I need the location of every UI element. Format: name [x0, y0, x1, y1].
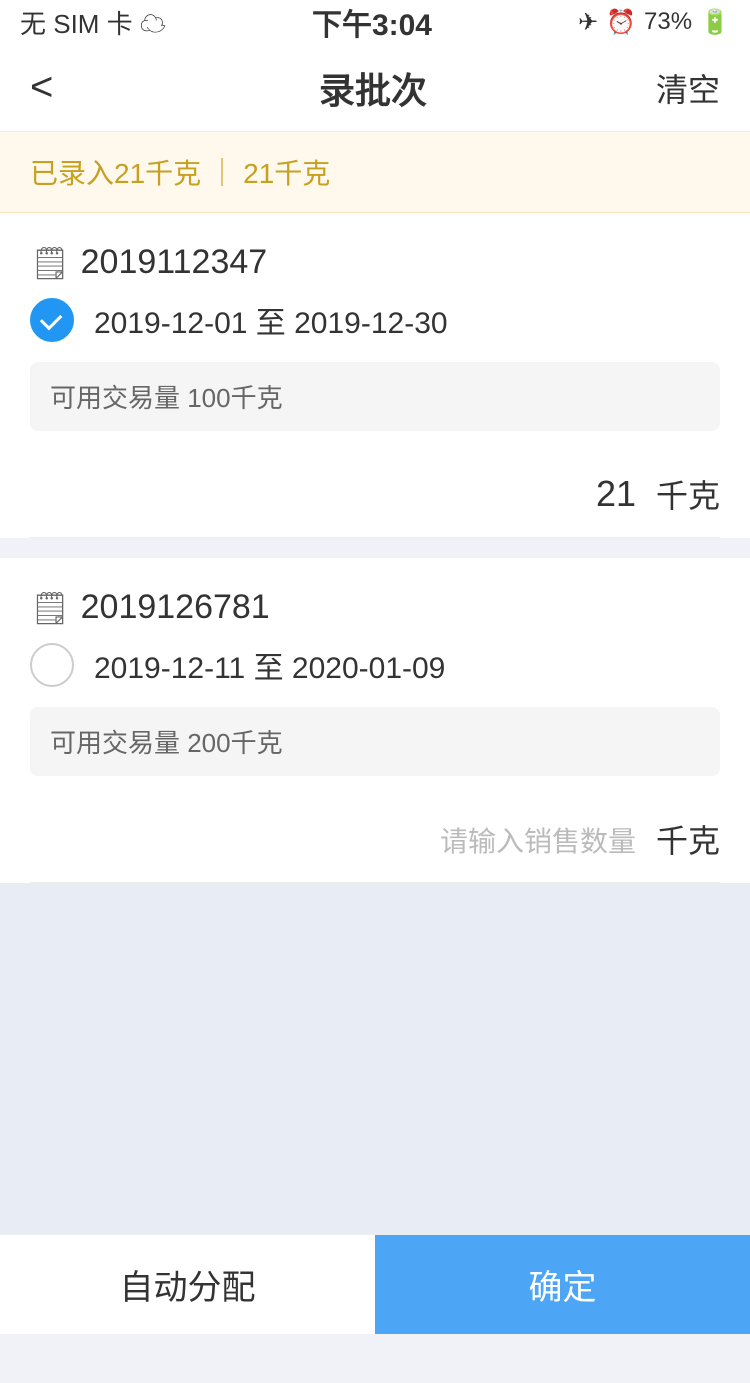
alarm-icon: ⏰ [606, 8, 636, 37]
batch-1-quantity-input[interactable] [436, 473, 636, 515]
bottom-bar: 自动分配 确定 [0, 1234, 750, 1334]
status-bar: 无 SIM 卡 ☁ 下午3:04 ✈ ⏰ 73% 🔋 [0, 0, 750, 44]
status-right: ✈ ⏰ 73% 🔋 [578, 8, 730, 37]
batch-1-radio[interactable] [30, 298, 74, 342]
auto-distribute-button[interactable]: 自动分配 [0, 1235, 375, 1334]
batch-2-date-row: 2019-12-11 至 2020-01-09 [30, 643, 720, 687]
batch-1-input-row: 千克 [30, 451, 720, 538]
batch-2-unit: 千克 [656, 816, 720, 862]
batch-2-header: 🗒 2019126781 [30, 588, 720, 627]
main-content: 🗒 2019112347 2019-12-01 至 2019-12-30 可用交… [0, 213, 750, 1383]
summary-divider [221, 158, 223, 186]
batch-1-header: 🗒 2019112347 [30, 243, 720, 282]
summary-amount: 21千克 [243, 152, 330, 192]
batch-2-availability: 可用交易量 200千克 [30, 707, 720, 776]
back-button[interactable]: < [30, 65, 90, 110]
batch-1-icon: 🗒 [30, 244, 71, 282]
no-sim-text: 无 SIM 卡 ☁ [20, 4, 166, 41]
batch-item-1: 🗒 2019112347 2019-12-01 至 2019-12-30 可用交… [0, 213, 750, 538]
batch-1-unit: 千克 [656, 471, 720, 517]
batch-1-id: 2019112347 [81, 243, 268, 282]
batch-2-radio[interactable] [30, 643, 74, 687]
batch-1-date-row: 2019-12-01 至 2019-12-30 [30, 298, 720, 342]
summary-label: 已录入21千克 [30, 152, 201, 192]
batch-2-date: 2019-12-11 至 2020-01-09 [94, 643, 445, 687]
summary-bar: 已录入21千克 21千克 [0, 132, 750, 213]
batch-item-2: 🗒 2019126781 2019-12-11 至 2020-01-09 可用交… [0, 558, 750, 883]
battery-icon: 🔋 [700, 8, 730, 37]
batch-2-id: 2019126781 [81, 588, 270, 627]
batch-1-date: 2019-12-01 至 2019-12-30 [94, 298, 448, 342]
nav-bar: < 录批次 清空 [0, 44, 750, 132]
location-icon: ✈ [578, 8, 598, 37]
batch-2-icon: 🗒 [30, 589, 71, 627]
batch-2-quantity-input[interactable] [436, 818, 636, 860]
clear-button[interactable]: 清空 [656, 65, 720, 111]
status-left: 无 SIM 卡 ☁ [20, 4, 166, 41]
confirm-button[interactable]: 确定 [375, 1235, 750, 1334]
batch-1-availability: 可用交易量 100千克 [30, 362, 720, 431]
page-title: 录批次 [319, 62, 427, 114]
status-time: 下午3:04 [312, 0, 432, 44]
section-divider-1 [0, 538, 750, 558]
battery-text: 73% [644, 8, 692, 36]
batch-2-input-row: 千克 [30, 796, 720, 883]
empty-area [0, 883, 750, 1283]
